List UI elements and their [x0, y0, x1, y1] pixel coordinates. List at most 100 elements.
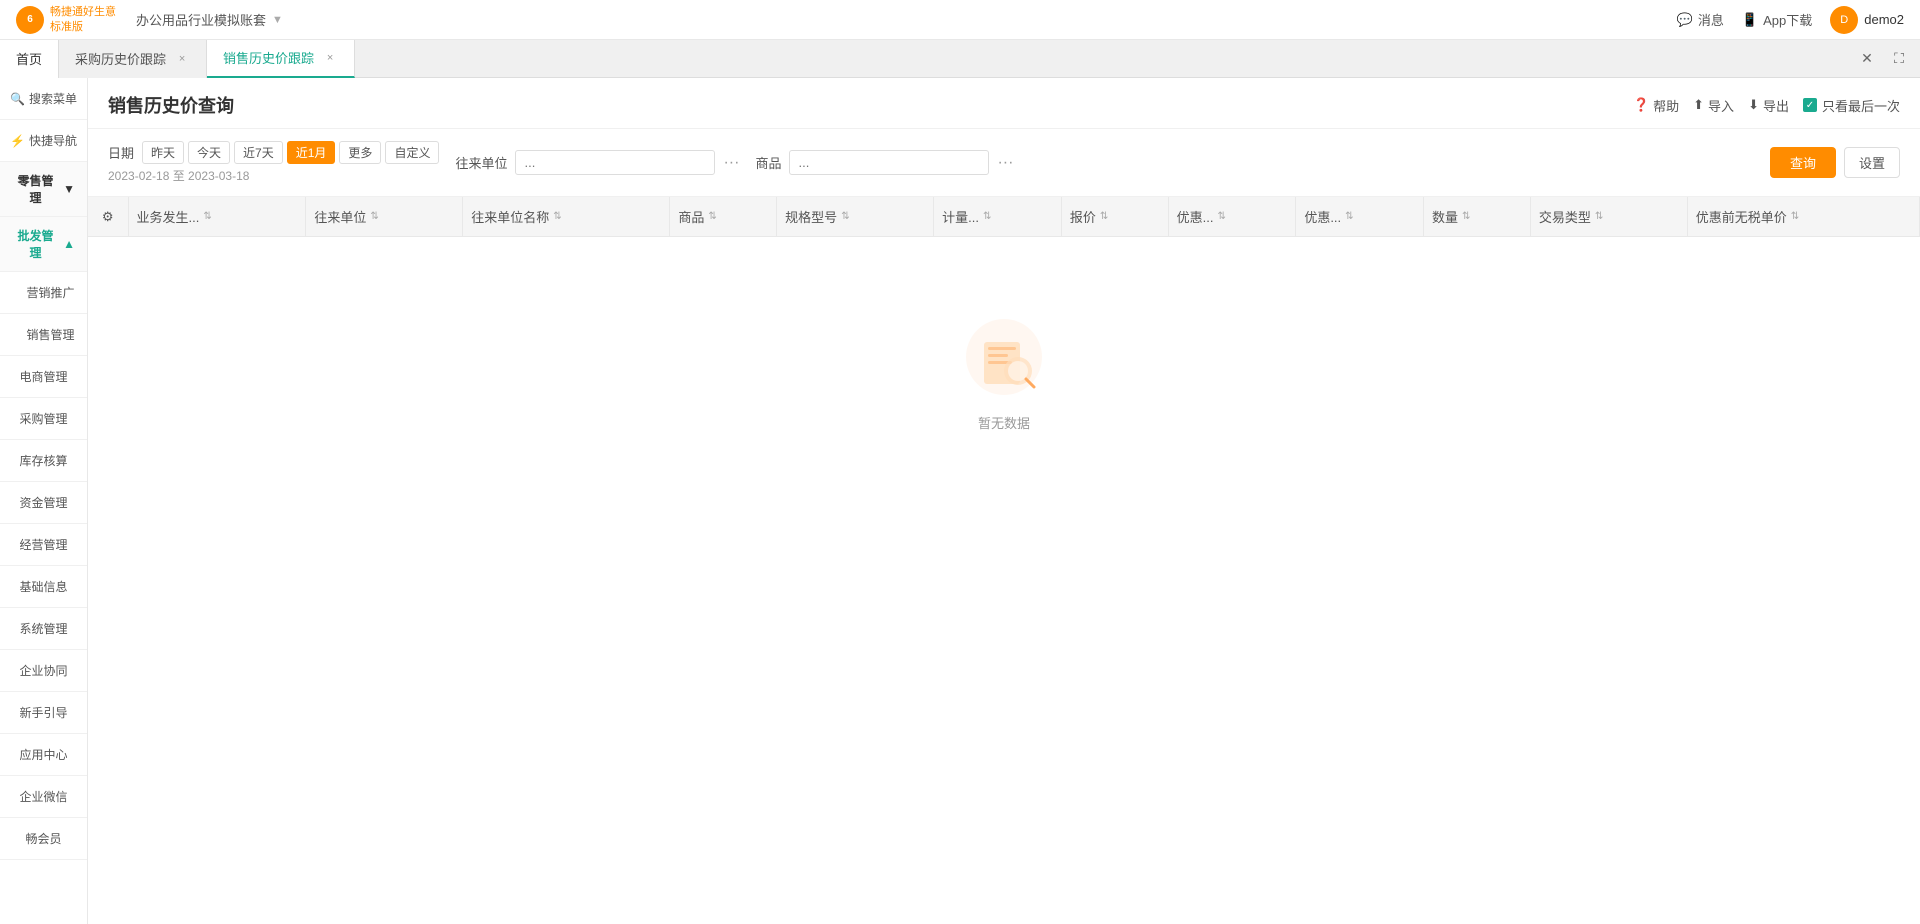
th-counterpart-name[interactable]: 往来单位名称 ⇅: [463, 197, 670, 237]
import-button[interactable]: ⬆ 导入: [1693, 96, 1734, 115]
sort-icon-counterpart-name: ⇅: [553, 211, 561, 222]
tab-home-label: 首页: [16, 49, 42, 68]
sidebar-system-label: 系统管理: [19, 620, 67, 637]
counterpart-dots[interactable]: ···: [723, 154, 739, 172]
help-button[interactable]: ❓ 帮助: [1633, 96, 1679, 115]
retail-chevron-icon: ▼: [63, 182, 75, 196]
sidebar-basic-info-label: 基础信息: [19, 578, 67, 595]
tab-bar: 首页 采购历史价跟踪 × 销售历史价跟踪 × ✕ ⛶: [0, 40, 1920, 78]
tab-sales-history[interactable]: 销售历史价跟踪 ×: [207, 40, 355, 78]
content-area: 销售历史价查询 ❓ 帮助 ⬆ 导入 ⬇ 导出 只看最后一次: [88, 78, 1920, 924]
page-header: 销售历史价查询 ❓ 帮助 ⬆ 导入 ⬇ 导出 只看最后一次: [88, 78, 1920, 129]
sidebar-item-basic-info[interactable]: 基础信息: [0, 566, 87, 608]
sort-icon-product: ⇅: [708, 211, 716, 222]
tab-purchase-history[interactable]: 采购历史价跟踪 ×: [59, 40, 207, 78]
app-title-area: 办公用品行业模拟账套 ▼: [136, 10, 283, 29]
date-btn-1month[interactable]: 近1月: [287, 141, 336, 164]
logo-area[interactable]: 6 畅捷通好生意 标准版: [16, 5, 116, 34]
date-btn-more[interactable]: 更多: [339, 141, 381, 164]
th-counterpart-code[interactable]: 往来单位 ⇅: [306, 197, 463, 237]
th-product[interactable]: 商品 ⇅: [670, 197, 777, 237]
user-area[interactable]: D demo2: [1830, 6, 1904, 34]
sidebar-item-sales-mgmt[interactable]: 销售管理: [0, 314, 87, 356]
sidebar-item-operations[interactable]: 经营管理: [0, 524, 87, 566]
product-label: 商品: [755, 153, 781, 172]
product-dots[interactable]: ···: [997, 154, 1013, 172]
th-settings[interactable]: ⚙: [88, 197, 128, 237]
sidebar-item-app-center[interactable]: 应用中心: [0, 734, 87, 776]
th-trade-type[interactable]: 交易类型 ⇅: [1530, 197, 1687, 237]
sidebar-item-finance[interactable]: 资金管理: [0, 482, 87, 524]
last-only-label: 只看最后一次: [1822, 96, 1900, 115]
nav-icon: ⚡: [10, 134, 25, 148]
sidebar-item-wechat[interactable]: 企业微信: [0, 776, 87, 818]
date-btn-today[interactable]: 今天: [188, 141, 230, 164]
sidebar-item-enterprise[interactable]: 企业协同: [0, 650, 87, 692]
sidebar-finance-label: 资金管理: [19, 494, 67, 511]
sidebar-wechat-label: 企业微信: [19, 788, 67, 805]
last-only-checkbox[interactable]: [1803, 98, 1817, 112]
sidebar-item-vip[interactable]: 畅会员: [0, 818, 87, 860]
export-icon: ⬇: [1748, 97, 1759, 113]
sidebar-item-inventory[interactable]: 库存核算: [0, 440, 87, 482]
message-icon: 💬: [1677, 12, 1693, 28]
date-section: 日期 昨天 今天 近7天 近1月 更多 自定义 2023-02-18 至 202…: [108, 141, 439, 184]
app-download-button[interactable]: 📱 App下载: [1742, 10, 1812, 29]
sort-icon-counterpart-code: ⇅: [370, 211, 378, 222]
message-button[interactable]: 💬 消息: [1677, 10, 1724, 29]
sidebar-retail-label: 零售管理: [12, 172, 59, 206]
filter-actions: 查询 设置: [1770, 147, 1900, 178]
date-btn-yesterday[interactable]: 昨天: [142, 141, 184, 164]
tab-home[interactable]: 首页: [0, 40, 59, 78]
sidebar-ecommerce-label: 电商管理: [19, 368, 67, 385]
sidebar-item-search-menu[interactable]: 🔍 搜索菜单: [0, 78, 87, 120]
table-settings-icon[interactable]: ⚙: [102, 209, 114, 224]
date-btn-7days[interactable]: 近7天: [234, 141, 283, 164]
th-quote[interactable]: 报价 ⇅: [1061, 197, 1168, 237]
sort-icon-discount2: ⇅: [1345, 211, 1353, 222]
logo-text: 畅捷通好生意 标准版: [50, 5, 116, 34]
sidebar-quick-nav-label: 快捷导航: [29, 132, 77, 149]
avatar: D: [1830, 6, 1858, 34]
fullscreen-button[interactable]: ⛶: [1888, 48, 1910, 70]
date-btn-custom[interactable]: 自定义: [385, 141, 439, 164]
app-title: 办公用品行业模拟账套: [136, 10, 266, 29]
tab-sales-close-icon[interactable]: ×: [322, 50, 338, 66]
product-input[interactable]: [789, 150, 989, 175]
settings-button[interactable]: 设置: [1844, 147, 1900, 178]
th-discount1[interactable]: 优惠... ⇅: [1168, 197, 1296, 237]
th-pretax-price[interactable]: 优惠前无税单价 ⇅: [1687, 197, 1919, 237]
top-bar: 6 畅捷通好生意 标准版 办公用品行业模拟账套 ▼ 💬 消息 📱 App下载 D…: [0, 0, 1920, 40]
th-spec[interactable]: 规格型号 ⇅: [777, 197, 934, 237]
page-title: 销售历史价查询: [108, 92, 234, 118]
sidebar-item-quick-nav[interactable]: ⚡ 快捷导航: [0, 120, 87, 162]
date-label: 日期: [108, 143, 134, 162]
sidebar-item-ecommerce[interactable]: 电商管理: [0, 356, 87, 398]
th-biz-date[interactable]: 业务发生... ⇅: [128, 197, 306, 237]
top-bar-right: 💬 消息 📱 App下载 D demo2: [1677, 6, 1904, 34]
empty-illustration: [964, 317, 1044, 397]
top-bar-left: 6 畅捷通好生意 标准版 办公用品行业模拟账套 ▼: [16, 5, 283, 34]
close-all-tabs-button[interactable]: ✕: [1856, 48, 1878, 70]
sidebar-item-retail-mgmt[interactable]: 零售管理 ▼: [0, 162, 87, 217]
th-qty[interactable]: 数量 ⇅: [1424, 197, 1531, 237]
query-button[interactable]: 查询: [1770, 147, 1836, 178]
empty-text: 暂无数据: [978, 413, 1030, 432]
tab-bar-actions: ✕ ⛶: [1856, 48, 1920, 70]
sidebar-item-wholesale-mgmt[interactable]: 批发管理 ▲: [0, 217, 87, 272]
last-only-checkbox-area[interactable]: 只看最后一次: [1803, 96, 1900, 115]
app-title-dropdown-icon[interactable]: ▼: [272, 14, 283, 26]
sidebar-item-guide[interactable]: 新手引导: [0, 692, 87, 734]
sidebar-item-system[interactable]: 系统管理: [0, 608, 87, 650]
sidebar-marketing-label: 营销推广: [26, 284, 74, 301]
sidebar-item-purchase[interactable]: 采购管理: [0, 398, 87, 440]
sidebar-item-marketing[interactable]: 营销推广: [0, 272, 87, 314]
sidebar-wholesale-label: 批发管理: [12, 227, 59, 261]
counterpart-input[interactable]: [515, 150, 715, 175]
th-discount2[interactable]: 优惠... ⇅: [1296, 197, 1424, 237]
export-button[interactable]: ⬇ 导出: [1748, 96, 1789, 115]
tab-purchase-close-icon[interactable]: ×: [174, 51, 190, 67]
th-unit[interactable]: 计量... ⇅: [934, 197, 1062, 237]
date-range-text: 2023-02-18 至 2023-03-18: [108, 167, 439, 184]
sort-icon-spec: ⇅: [841, 211, 849, 222]
